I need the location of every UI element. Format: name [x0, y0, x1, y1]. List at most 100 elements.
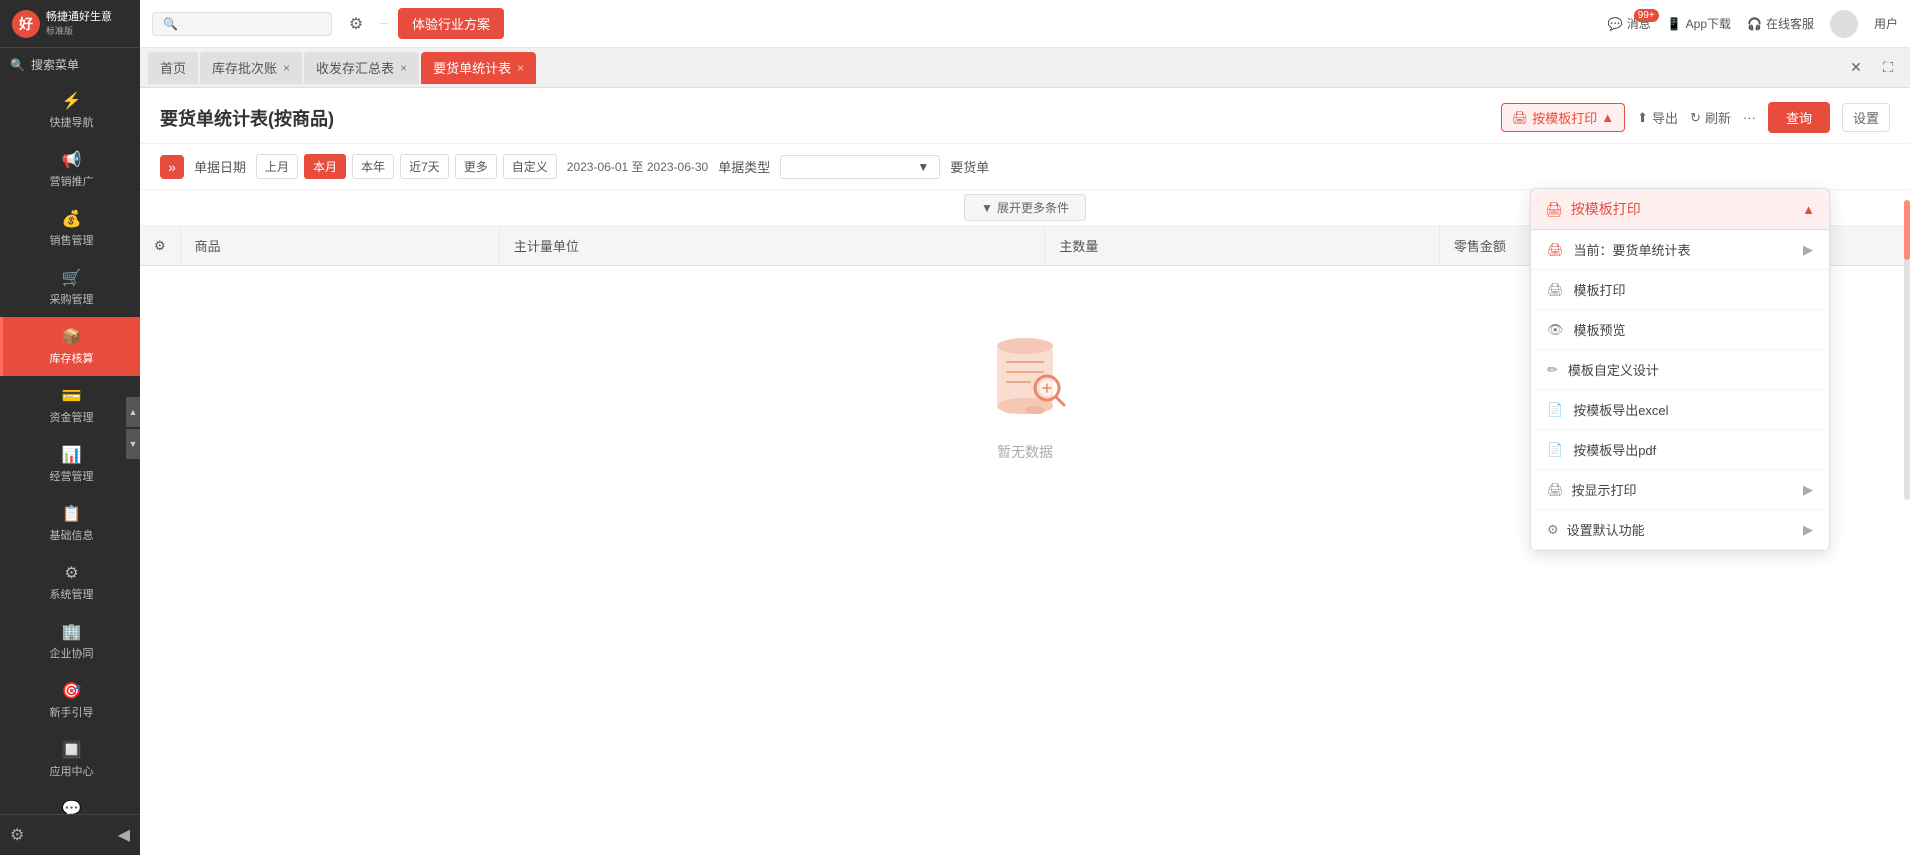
tab-order-stats-close[interactable]: × [517, 61, 524, 75]
scroll-down-arrow[interactable]: ▼ [126, 429, 140, 459]
date-btn-this-year[interactable]: 本年 [352, 154, 394, 179]
sidebar-item-sales[interactable]: 💰 销售管理 [0, 199, 140, 258]
ellipsis-icon: ··· [1743, 110, 1756, 125]
tab-receivable-summary[interactable]: 收发存汇总表 × [304, 52, 419, 84]
type-select[interactable]: ▼ [780, 155, 940, 179]
dropdown-template-design[interactable]: ✏ 模板自定义设计 [1531, 350, 1829, 390]
marketing-icon: 📢 [62, 150, 82, 170]
date-btn-more[interactable]: 更多 [455, 154, 497, 179]
expand-more-btn[interactable]: ▼ 展开更多条件 [964, 194, 1086, 221]
set-default-icon: ⚙ [1547, 522, 1559, 538]
dropdown-display-print[interactable]: 🖨 按显示打印 ▶ [1531, 470, 1829, 510]
topbar-search-icon: 🔍 [163, 17, 178, 31]
search-label: 搜索菜单 [31, 56, 79, 73]
dropdown-template-pdf[interactable]: 📄 按模板导出pdf [1531, 430, 1829, 470]
tab-order-stats[interactable]: 要货单统计表 × [421, 52, 536, 84]
print-template-btn[interactable]: 🖨 按模板打印 ▲ [1501, 103, 1625, 132]
export-label: 导出 [1652, 108, 1678, 127]
sidebar-item-wechat[interactable]: 💬 企业微信 [0, 789, 140, 814]
enterprise-label: 企业协同 [50, 645, 94, 661]
sidebar-item-operation[interactable]: 📊 经营管理 [0, 435, 140, 494]
trial-btn[interactable]: 体验行业方案 [398, 8, 504, 39]
sidebar-nav: ⚡ 快捷导航 📢 营销推广 💰 销售管理 🛒 采购管理 📦 库存核算 💳 资金管… [0, 81, 140, 814]
export-btn[interactable]: ⬆ 导出 [1637, 108, 1678, 127]
user-avatar[interactable] [1830, 10, 1858, 38]
type-filter-label: 单据类型 [718, 157, 770, 176]
col-qty: 主数量 [1045, 226, 1440, 266]
tab-batch-account-close[interactable]: × [283, 61, 290, 75]
system-label: 系统管理 [50, 586, 94, 602]
dropdown-template-print[interactable]: 🖨 模板打印 [1531, 270, 1829, 310]
sidebar-search[interactable]: 🔍 搜索菜单 [0, 48, 140, 81]
sidebar-item-inventory[interactable]: 📦 库存核算 [0, 317, 140, 376]
date-btn-custom[interactable]: 自定义 [503, 154, 557, 179]
dropdown-current-item[interactable]: 🖨 当前：要货单统计表 ▶ [1531, 230, 1829, 270]
sales-label: 销售管理 [50, 232, 94, 248]
tab-receivable-summary-close[interactable]: × [400, 61, 407, 75]
sidebar-item-apps[interactable]: 🔲 应用中心 [0, 730, 140, 789]
sidebar-item-enterprise[interactable]: 🏢 企业协同 [0, 612, 140, 671]
page-content: 要货单统计表(按商品) 🖨 按模板打印 ▲ ⬆ 导出 ↻ 刷新 ··· [140, 88, 1910, 855]
tab-batch-account-label: 库存批次账 [212, 58, 277, 77]
operation-label: 经营管理 [50, 468, 94, 484]
right-scrollbar [1904, 200, 1910, 500]
sidebar-item-quick-nav[interactable]: ⚡ 快捷导航 [0, 81, 140, 140]
sidebar-item-finance[interactable]: 💳 资金管理 [0, 376, 140, 435]
template-preview-icon: 👁 [1547, 322, 1564, 338]
tab-home[interactable]: 首页 [148, 52, 198, 84]
app-logo-icon: 好 [12, 10, 40, 38]
template-pdf-icon: 📄 [1547, 442, 1563, 458]
refresh-btn[interactable]: ↻ 刷新 [1690, 108, 1731, 127]
refresh-icon: ↻ [1690, 110, 1701, 126]
page-title: 要货单统计表(按商品) [160, 105, 334, 131]
message-btn[interactable]: 💬 消息 99+ [1608, 15, 1651, 32]
dropdown-header[interactable]: 🖨 按模板打印 ▲ [1531, 189, 1829, 230]
print-template-label: 按模板打印 [1532, 108, 1597, 127]
query-btn[interactable]: 查询 [1768, 102, 1830, 133]
collapse-icon[interactable]: ◀ [118, 825, 130, 845]
wechat-icon: 💬 [62, 799, 82, 814]
scroll-up-arrow[interactable]: ▲ [126, 397, 140, 427]
date-btn-this-month[interactable]: 本月 [304, 154, 346, 179]
app-download-btn[interactable]: 📱 App下载 [1667, 15, 1731, 32]
dropdown-set-default[interactable]: ⚙ 设置默认功能 ▶ [1531, 510, 1829, 550]
purchase-label: 采购管理 [50, 291, 94, 307]
online-service-btn[interactable]: 🎧 在线客服 [1747, 15, 1814, 32]
settings-bottom-icon[interactable]: ⚙ [10, 825, 24, 845]
tab-close-all-btn[interactable]: ✕ [1842, 54, 1870, 82]
sidebar-scroll-arrows: ▲ ▼ [126, 397, 140, 459]
basic-icon: 📋 [62, 504, 82, 524]
sidebar-item-marketing[interactable]: 📢 营销推广 [0, 140, 140, 199]
tab-home-label: 首页 [160, 58, 186, 77]
sidebar-item-purchase[interactable]: 🛒 采购管理 [0, 258, 140, 317]
topbar-gear-icon[interactable]: ⚙ [342, 10, 370, 38]
col-settings[interactable]: ⚙ [140, 226, 180, 266]
date-range-display: 2023-06-01 至 2023-06-30 [567, 158, 708, 175]
tab-maximize-btn[interactable]: ⛶ [1874, 54, 1902, 82]
set-default-chevron: ▶ [1803, 522, 1813, 538]
tab-batch-account[interactable]: 库存批次账 × [200, 52, 302, 84]
right-scrollbar-thumb[interactable] [1904, 200, 1910, 260]
more-options-btn[interactable]: ··· [1743, 110, 1756, 125]
settings-btn[interactable]: 设置 [1842, 103, 1890, 132]
date-btn-last-month[interactable]: 上月 [256, 154, 298, 179]
date-btn-7days[interactable]: 近7天 [400, 154, 449, 179]
message-badge: 99+ [1634, 9, 1659, 22]
sidebar-bottom: ⚙ ◀ [0, 814, 140, 855]
dropdown-current-chevron: ▶ [1803, 242, 1813, 258]
sidebar-item-system[interactable]: ⚙ 系统管理 [0, 553, 140, 612]
sidebar-logo: 好 畅捷通好生意 标准版 [0, 0, 140, 48]
filter-expand-btn[interactable]: » [160, 155, 184, 179]
sidebar-item-basic[interactable]: 📋 基础信息 [0, 494, 140, 553]
order-label: 要货单 [950, 157, 989, 176]
topbar-search[interactable]: 🔍 [152, 12, 332, 36]
sidebar: 好 畅捷通好生意 标准版 🔍 搜索菜单 ⚡ 快捷导航 📢 营销推广 💰 销售管理… [0, 0, 140, 855]
sidebar-item-guide[interactable]: 🎯 新手引导 [0, 671, 140, 730]
page-header: 要货单统计表(按商品) 🖨 按模板打印 ▲ ⬆ 导出 ↻ 刷新 ··· [140, 88, 1910, 144]
dropdown-template-preview[interactable]: 👁 模板预览 [1531, 310, 1829, 350]
dropdown-template-excel[interactable]: 📄 按模板导出excel [1531, 390, 1829, 430]
set-default-label: 设置默认功能 [1567, 520, 1645, 539]
tab-order-stats-label: 要货单统计表 [433, 58, 511, 77]
dropdown-chevron-up-icon: ▲ [1802, 202, 1815, 217]
template-preview-label: 模板预览 [1574, 320, 1626, 339]
